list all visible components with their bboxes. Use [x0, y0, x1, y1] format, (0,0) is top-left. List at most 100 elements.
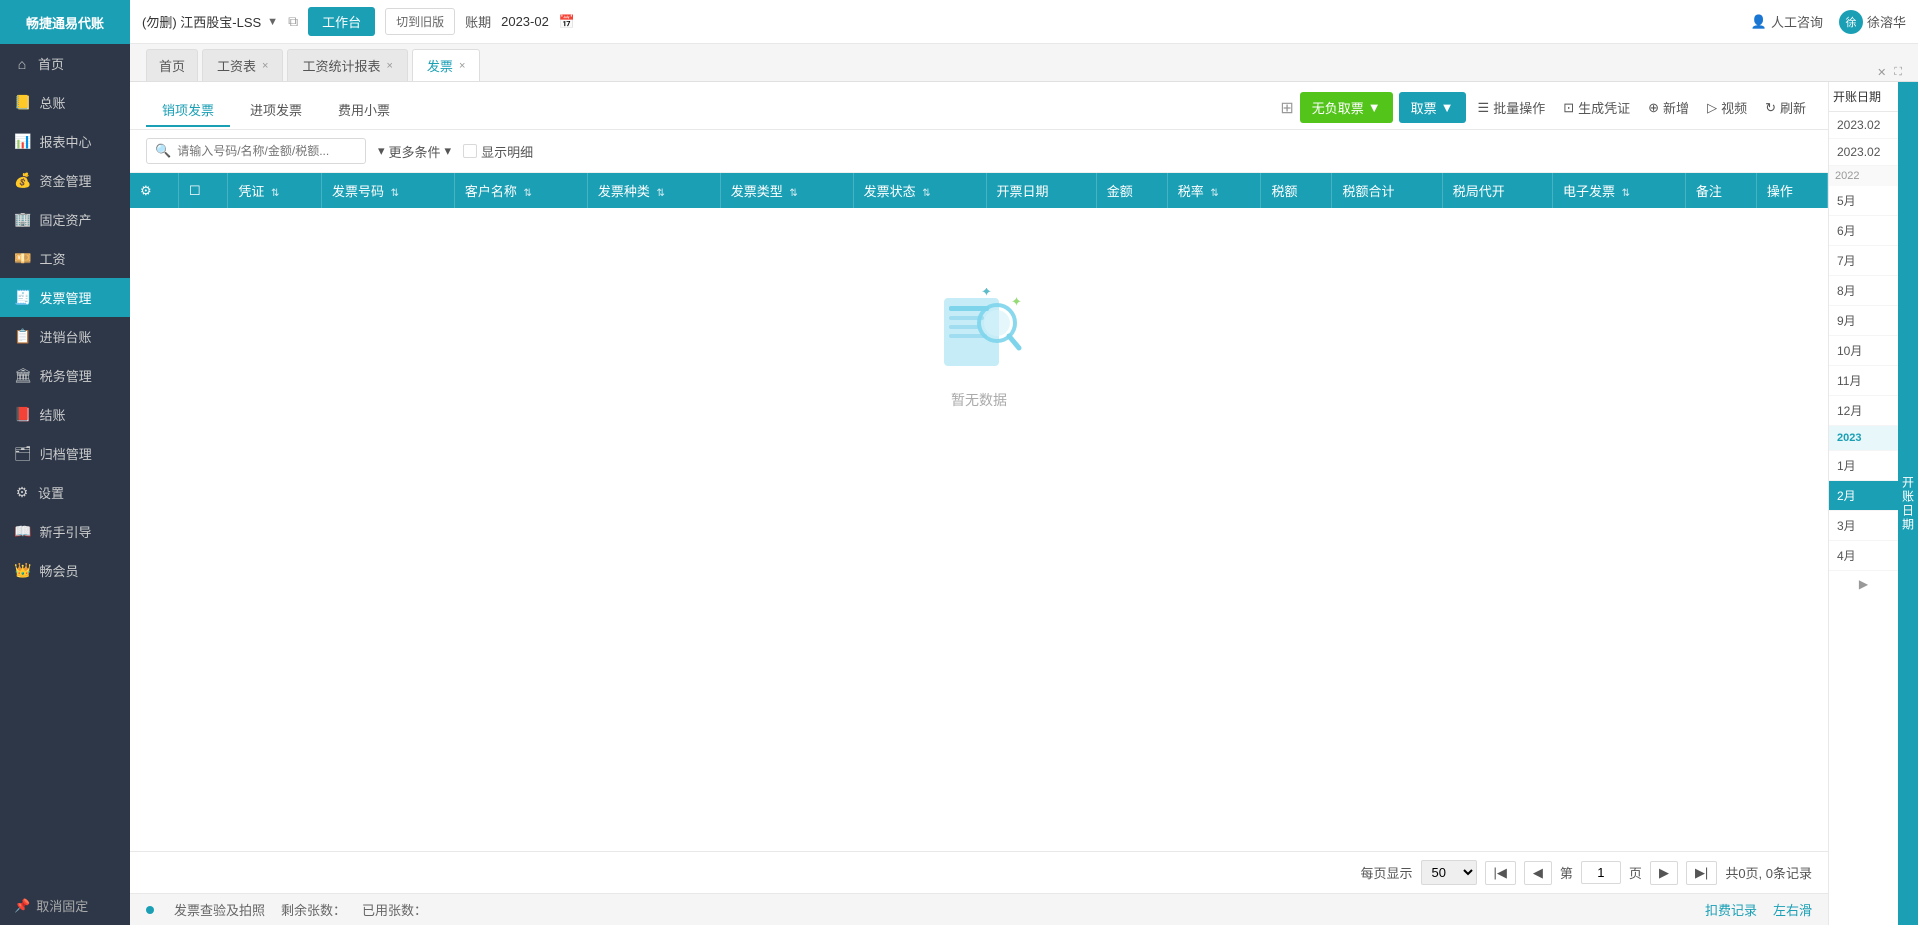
date-panel-open-btn[interactable]: 开账日期: [1898, 82, 1918, 925]
tab-invoice-close-icon[interactable]: ×: [459, 60, 465, 72]
date-panel-item-4m[interactable]: 4月: [1829, 541, 1898, 571]
date-panel-item-7m[interactable]: 7月: [1829, 246, 1898, 276]
date-panel-collapse[interactable]: ▶: [1829, 571, 1898, 597]
workspace-button[interactable]: 工作台: [308, 7, 375, 36]
company-selector[interactable]: (勿删) 江西股宝-LSS ▼: [142, 12, 278, 31]
sidebar-item-archive[interactable]: 🗂 归档管理: [0, 434, 130, 473]
calendar-icon: 📅: [559, 14, 575, 30]
close-book-icon: 📕: [14, 406, 31, 423]
subtab-purchase[interactable]: 进项发票: [234, 94, 318, 127]
sidebar-item-ledger[interactable]: 📒 总账: [0, 83, 130, 122]
tab-close-button[interactable]: ✕: [1877, 66, 1886, 79]
sidebar-item-invoice[interactable]: 🧾 发票管理: [0, 278, 130, 317]
refresh-button[interactable]: ↻ 刷新: [1759, 93, 1812, 122]
sidebar-item-guide[interactable]: 📖 新手引导: [0, 512, 130, 551]
search-input[interactable]: [177, 144, 357, 158]
date-panel-item-12m[interactable]: 12月: [1829, 396, 1898, 426]
sidebar-item-close[interactable]: 📕 结账: [0, 395, 130, 434]
pin-icon: 📌: [14, 898, 30, 914]
tab-wage[interactable]: 工资表 ×: [202, 49, 283, 81]
sidebar-assets-label: 固定资产: [39, 210, 91, 229]
sort-icon-tax-rate: ⇅: [1210, 188, 1218, 199]
video-button[interactable]: ▷ 视频: [1701, 93, 1753, 122]
page-size-label: 每页显示: [1361, 863, 1413, 882]
new-button[interactable]: ⊕ 新增: [1642, 93, 1695, 122]
col-invoice-no: 发票号码 ⇅: [322, 173, 455, 208]
take-ticket-button[interactable]: 取票 ▼: [1399, 92, 1466, 123]
period-value: 2023-02: [501, 14, 549, 29]
user-profile[interactable]: 徐 徐溶华: [1839, 10, 1906, 34]
sidebar-capital-label: 资金管理: [39, 171, 91, 190]
date-panel-item-1m[interactable]: 1月: [1829, 451, 1898, 481]
page-input[interactable]: [1581, 861, 1621, 884]
app-logo: 畅捷通易代账: [0, 0, 130, 44]
switch-version-button[interactable]: 切到旧版: [385, 8, 455, 35]
col-invoice-category: 发票类型 ⇅: [720, 173, 853, 208]
tab-home[interactable]: 首页: [146, 49, 198, 81]
search-wrap[interactable]: 🔍: [146, 138, 366, 164]
settings-icon: ⚙: [14, 484, 30, 501]
page-total: 共0页, 0条记录: [1725, 863, 1812, 882]
sidebar-item-sales[interactable]: 📋 进销台账: [0, 317, 130, 356]
ledger-icon: 📒: [14, 94, 31, 111]
chevron-right-icon: ▶: [1859, 577, 1868, 591]
empty-illustration: ✦ ✦: [929, 288, 1029, 378]
col-settings[interactable]: ⚙: [130, 173, 179, 208]
archive-icon: 🗂: [14, 445, 32, 462]
no-deduct-button[interactable]: 无负取票 ▼: [1300, 92, 1393, 123]
used-label: 已用张数：: [362, 900, 427, 919]
sidebar-item-tax[interactable]: 🏛 税务管理: [0, 356, 130, 395]
refresh-icon: ↻: [1765, 100, 1776, 116]
sidebar-item-report[interactable]: 📊 报表中心: [0, 122, 130, 161]
date-panel-item-0[interactable]: 2023.02: [1829, 112, 1898, 139]
date-panel-item-11m[interactable]: 11月: [1829, 366, 1898, 396]
date-panel-item-8m[interactable]: 8月: [1829, 276, 1898, 306]
add-record-link[interactable]: 扣费记录: [1705, 900, 1757, 919]
date-panel-item-6m[interactable]: 6月: [1829, 216, 1898, 246]
col-date: 开票日期: [986, 173, 1096, 208]
date-panel-item-3m[interactable]: 3月: [1829, 511, 1898, 541]
support-link[interactable]: 👤 人工咨询: [1751, 12, 1823, 31]
page-size-select[interactable]: 50 100 200: [1421, 860, 1477, 885]
sidebar-item-home[interactable]: ⌂ 首页: [0, 44, 130, 83]
sidebar-item-capital[interactable]: 💰 资金管理: [0, 161, 130, 200]
col-check[interactable]: ☐: [179, 173, 228, 208]
copy-icon: ⧉: [288, 13, 298, 30]
page-first-button[interactable]: |◀: [1485, 861, 1516, 885]
tab-expand-button[interactable]: ⛶: [1894, 66, 1902, 79]
date-panel-item-1[interactable]: 2023.02: [1829, 139, 1898, 166]
date-panel-item-5m[interactable]: 5月: [1829, 186, 1898, 216]
show-detail-checkbox[interactable]: 显示明细: [463, 142, 533, 161]
left-right-link[interactable]: 左右滑: [1773, 900, 1812, 919]
batch-op-button[interactable]: ☰ 批量操作: [1472, 93, 1552, 122]
sidebar-pin[interactable]: 📌 取消固定: [0, 886, 130, 925]
date-panel-item-9m[interactable]: 9月: [1829, 306, 1898, 336]
sidebar-item-member[interactable]: 👑 畅会员: [0, 551, 130, 590]
tab-bar: 首页 工资表 × 工资统计报表 × 发票 × ✕ ⛶: [130, 44, 1918, 82]
sidebar-item-wage[interactable]: 💴 工资: [0, 239, 130, 278]
invoice-table: ⚙ ☐ 凭证 ⇅ 发票号码 ⇅ 客户名称 ⇅ 发票种类 ⇅ 发票类型 ⇅ 发票状…: [130, 173, 1828, 208]
subtab-sales[interactable]: 销项发票: [146, 94, 230, 127]
tab-wage-stat[interactable]: 工资统计报表 ×: [287, 49, 407, 81]
sidebar-guide-label: 新手引导: [39, 522, 91, 541]
col-status: 发票状态 ⇅: [853, 173, 986, 208]
date-panel-item-10m[interactable]: 10月: [1829, 336, 1898, 366]
page-next-button[interactable]: ▶: [1650, 861, 1678, 885]
gen-voucher-button[interactable]: ⊡ 生成凭证: [1557, 93, 1636, 122]
sidebar-item-assets[interactable]: 🏢 固定资产: [0, 200, 130, 239]
sort-icon-status: ⇅: [922, 188, 930, 199]
video-icon: ▷: [1707, 100, 1717, 116]
page-prev-button[interactable]: ◀: [1524, 861, 1552, 885]
assets-icon: 🏢: [14, 211, 31, 228]
page-last-button[interactable]: ▶|: [1686, 861, 1717, 885]
tab-wage-close-icon[interactable]: ×: [262, 60, 268, 72]
page-suffix: 页: [1629, 863, 1642, 882]
date-panel-item-2m[interactable]: 2月: [1829, 481, 1898, 511]
tab-wage-stat-close-icon[interactable]: ×: [386, 60, 392, 72]
tab-invoice[interactable]: 发票 ×: [412, 49, 480, 81]
more-filters-button[interactable]: ▾ 更多条件 ▾: [378, 142, 451, 161]
sidebar-sales-label: 进销台账: [39, 327, 91, 346]
subtab-expense[interactable]: 费用小票: [322, 94, 406, 127]
no-deduct-label: 无负取票: [1312, 98, 1364, 117]
sidebar-item-settings[interactable]: ⚙ 设置: [0, 473, 130, 512]
